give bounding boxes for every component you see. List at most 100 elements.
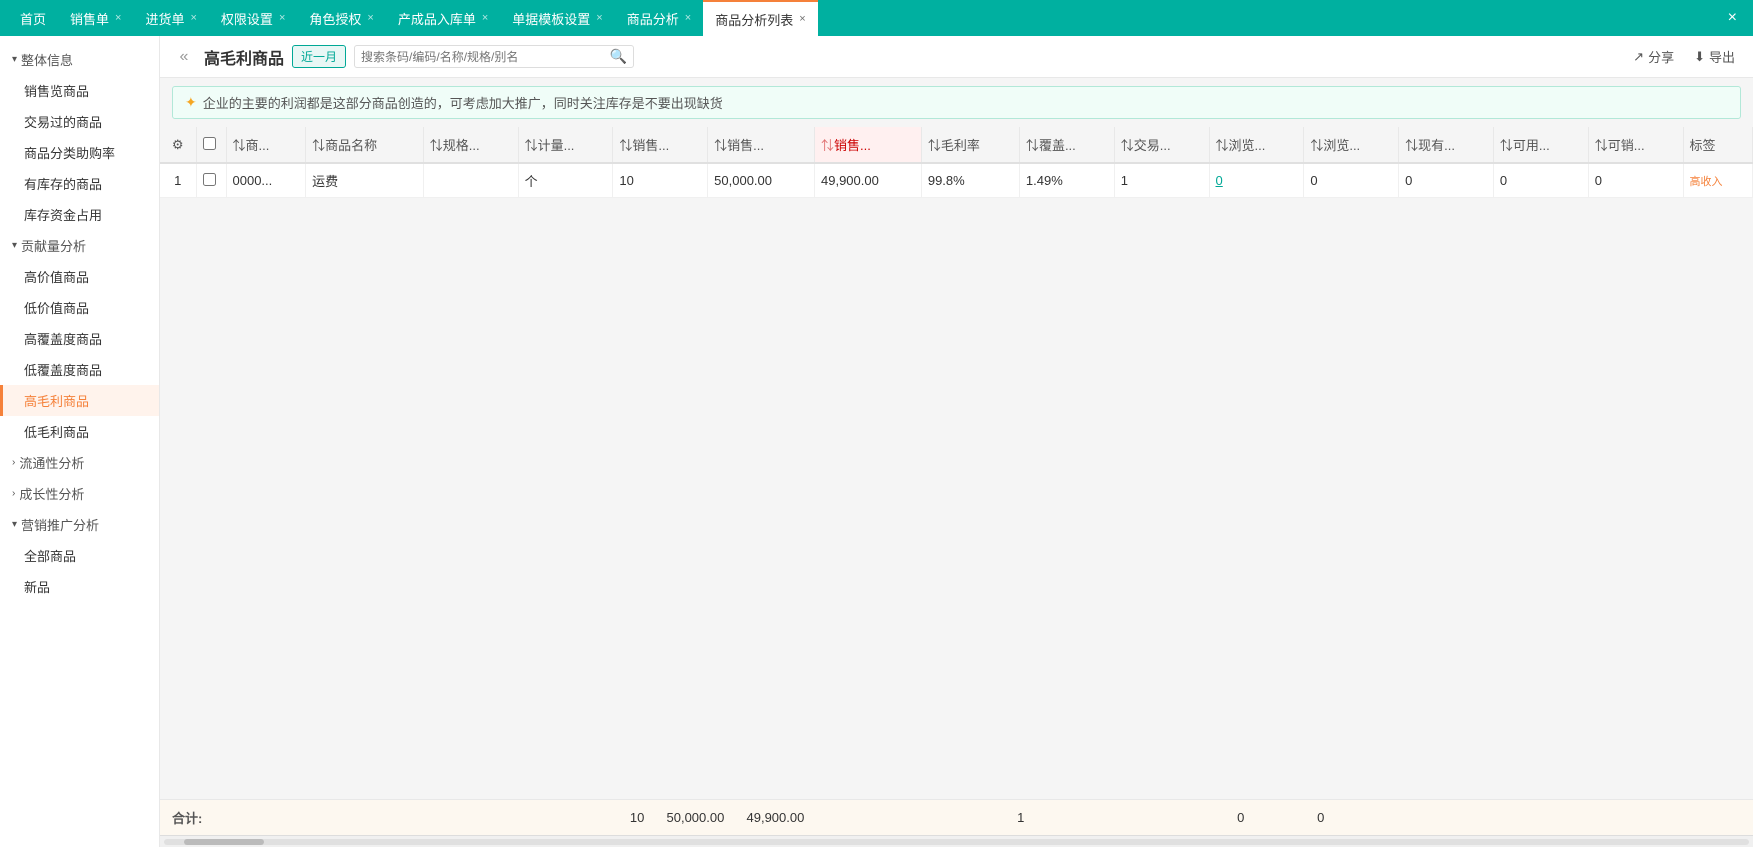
share-icon: ↗ — [1633, 49, 1644, 65]
nav-item-product-storage[interactable]: 产成品入库单 × — [386, 0, 500, 36]
sort-icon: ⇅ — [1595, 138, 1608, 153]
sidebar-item-high-margin[interactable]: 高毛利商品 — [0, 385, 159, 416]
settings-column-header[interactable]: ⚙ — [160, 127, 196, 163]
tag-column-header: 标签 — [1683, 127, 1753, 163]
search-input[interactable] — [361, 50, 610, 64]
row-checkbox-cell — [196, 163, 226, 198]
nav-item-permissions[interactable]: 权限设置 × — [209, 0, 297, 36]
nav-close-permissions[interactable]: × — [279, 12, 285, 24]
current-cell: 0 — [1399, 163, 1494, 198]
summary-sales1: 10 — [570, 810, 650, 825]
sidebar-group-overall[interactable]: ▾ 整体信息 — [0, 44, 159, 75]
available-cell: 0 — [1493, 163, 1588, 198]
name-column-header[interactable]: ⇅商品名称 — [306, 127, 424, 163]
code-column-header[interactable]: ⇅商... — [226, 127, 306, 163]
transactions-column-header[interactable]: ⇅交易... — [1114, 127, 1209, 163]
sidebar-item-low-margin[interactable]: 低毛利商品 — [0, 416, 159, 447]
sales2-cell: 50,000.00 — [708, 163, 815, 198]
scroll-thumb[interactable] — [184, 839, 264, 845]
horizontal-scrollbar[interactable] — [160, 835, 1753, 847]
sort-icon: ⇅ — [312, 138, 325, 153]
nav-item-home[interactable]: 首页 — [8, 0, 58, 36]
sellable-column-header[interactable]: ⇅可销... — [1588, 127, 1683, 163]
close-all-button[interactable]: × — [1720, 9, 1745, 27]
nav-item-sales[interactable]: 销售单 × — [58, 0, 133, 36]
sales1-column-header[interactable]: ⇅销售... — [613, 127, 708, 163]
summary-available: 0 — [1250, 810, 1330, 825]
scroll-track[interactable] — [164, 839, 1749, 845]
collapse-sidebar-button[interactable]: « — [172, 45, 196, 69]
sidebar-item-low-value[interactable]: 低价值商品 — [0, 292, 159, 323]
nav-item-roles[interactable]: 角色授权 × — [297, 0, 385, 36]
transactions-cell: 1 — [1114, 163, 1209, 198]
nav-item-analysis-list[interactable]: 商品分析列表 × — [703, 0, 817, 36]
sort-icon: ⇅ — [1500, 138, 1513, 153]
sidebar-item-stock-capital[interactable]: 库存资金占用 — [0, 199, 159, 230]
sidebar-group-marketing[interactable]: ▾ 营销推广分析 — [0, 509, 159, 540]
coverage-cell: 1.49% — [1019, 163, 1114, 198]
sidebar-item-high-value[interactable]: 高价值商品 — [0, 261, 159, 292]
export-icon: ⬇ — [1694, 49, 1705, 65]
nav-item-purchase[interactable]: 进货单 × — [133, 0, 208, 36]
sidebar-item-new-products[interactable]: 新品 — [0, 571, 159, 602]
checkbox-column-header — [196, 127, 226, 163]
search-icon[interactable]: 🔍 — [610, 48, 627, 65]
summary-cells: 10 50,000.00 49,900.00 1 0 0 — [214, 810, 1741, 825]
spec-column-header[interactable]: ⇅规格... — [423, 127, 518, 163]
unit-column-header[interactable]: ⇅计量... — [518, 127, 613, 163]
nav-close-template[interactable]: × — [596, 12, 602, 24]
sidebar-item-all-products[interactable]: 全部商品 — [0, 540, 159, 571]
sales3-column-header[interactable]: ⇅销售... — [815, 127, 922, 163]
nav-close-roles[interactable]: × — [367, 12, 373, 24]
arrow-icon: ▾ — [12, 519, 17, 530]
page-title: 高毛利商品 — [204, 45, 284, 69]
browse2-cell: 0 — [1304, 163, 1399, 198]
content-area: « 高毛利商品 近一月 🔍 ↗ 分享 ⬇ 导出 — [160, 36, 1753, 847]
nav-item-template[interactable]: 单据模板设置 × — [500, 0, 614, 36]
sort-icon: ⇅ — [821, 138, 834, 153]
nav-item-analysis[interactable]: 商品分析 × — [615, 0, 703, 36]
nav-close-purchase[interactable]: × — [190, 12, 196, 24]
nav-close-product-storage[interactable]: × — [482, 12, 488, 24]
nav-close-analysis-list[interactable]: × — [799, 13, 805, 25]
share-button[interactable]: ↗ 分享 — [1627, 44, 1680, 69]
table-container[interactable]: ⚙ ⇅商... ⇅商品名称 ⇅ — [160, 127, 1753, 799]
sort-icon: ⇅ — [1405, 138, 1418, 153]
coverage-column-header[interactable]: ⇅覆盖... — [1019, 127, 1114, 163]
product-code-cell: 0000... — [226, 163, 306, 198]
browse1-cell: 0 — [1209, 163, 1304, 198]
sidebar-item-in-stock[interactable]: 有库存的商品 — [0, 168, 159, 199]
export-button[interactable]: ⬇ 导出 — [1688, 44, 1741, 69]
nav-close-sales[interactable]: × — [115, 12, 121, 24]
table-header-row: ⚙ ⇅商... ⇅商品名称 ⇅ — [160, 127, 1753, 163]
nav-close-analysis[interactable]: × — [685, 12, 691, 24]
settings-icon[interactable]: ⚙ — [172, 137, 184, 152]
sidebar-item-high-coverage[interactable]: 高覆盖度商品 — [0, 323, 159, 354]
sidebar-item-traded[interactable]: 交易过的商品 — [0, 106, 159, 137]
sales2-column-header[interactable]: ⇅销售... — [708, 127, 815, 163]
browse1-column-header[interactable]: ⇅浏览... — [1209, 127, 1304, 163]
sort-icon: ⇅ — [1026, 138, 1039, 153]
sidebar-item-low-coverage[interactable]: 低覆盖度商品 — [0, 354, 159, 385]
summary-current: 0 — [1170, 810, 1250, 825]
gross-rate-column-header[interactable]: ⇅毛利率 — [921, 127, 1019, 163]
sidebar-group-growth[interactable]: › 成长性分析 — [0, 478, 159, 509]
sidebar-group-contribution[interactable]: ▾ 贡献量分析 — [0, 230, 159, 261]
row-checkbox[interactable] — [203, 173, 216, 186]
current-column-header[interactable]: ⇅现有... — [1399, 127, 1494, 163]
browse2-column-header[interactable]: ⇅浏览... — [1304, 127, 1399, 163]
arrow-icon: ▾ — [12, 54, 17, 65]
sort-icon: ⇅ — [525, 138, 538, 153]
product-name-cell: 运费 — [306, 163, 424, 198]
header-actions: ↗ 分享 ⬇ 导出 — [1627, 44, 1741, 69]
sidebar-group-liquidity[interactable]: › 流通性分析 — [0, 447, 159, 478]
footer-summary: 合计: 10 50,000.00 49,900.00 1 — [160, 799, 1753, 835]
sidebar-item-sales-overview[interactable]: 销售览商品 — [0, 75, 159, 106]
available-column-header[interactable]: ⇅可用... — [1493, 127, 1588, 163]
search-box: 🔍 — [354, 45, 634, 68]
period-button[interactable]: 近一月 — [292, 45, 346, 68]
sellable-cell: 0 — [1588, 163, 1683, 198]
select-all-checkbox[interactable] — [203, 137, 216, 150]
summary-transactions: 1 — [950, 810, 1030, 825]
sidebar-item-category-rate[interactable]: 商品分类助购率 — [0, 137, 159, 168]
